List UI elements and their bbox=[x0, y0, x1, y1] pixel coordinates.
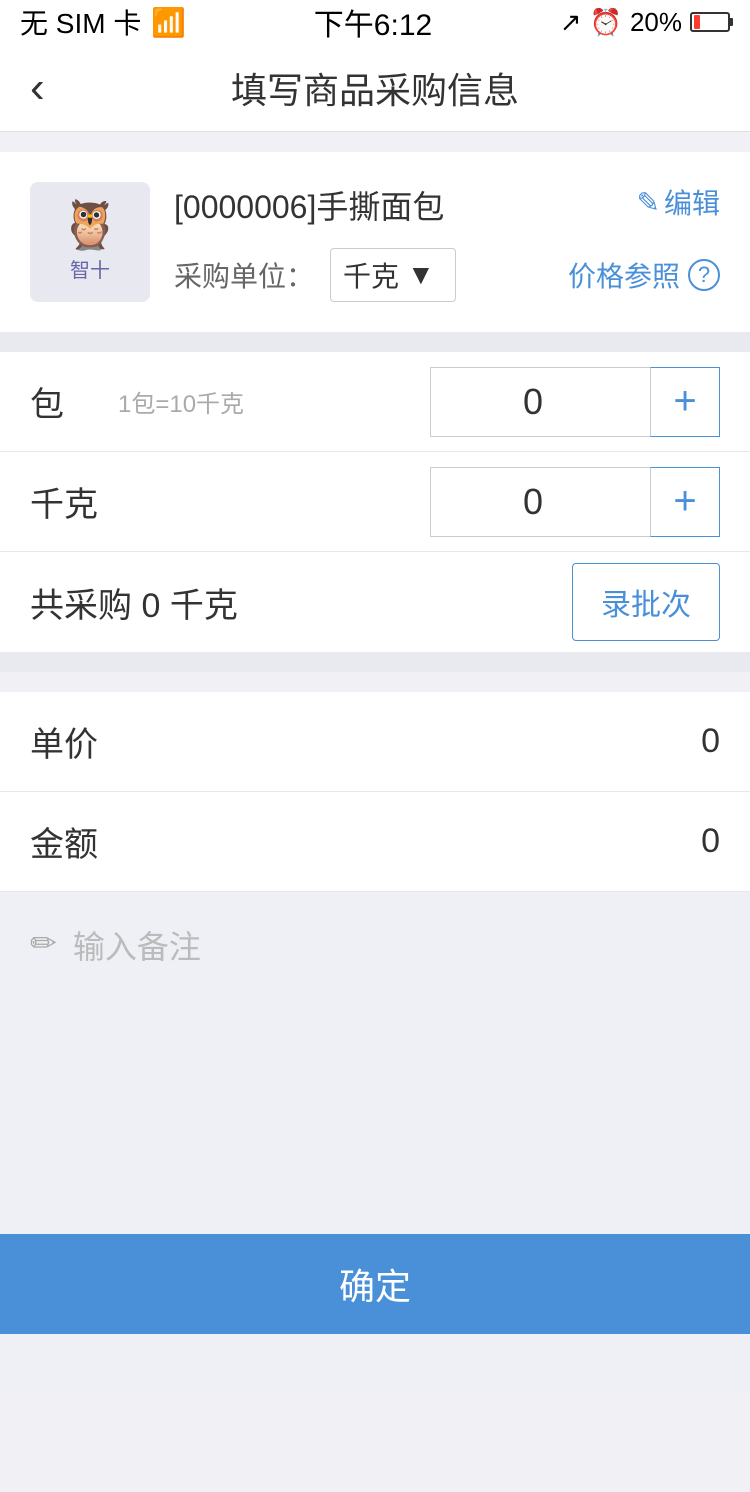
summary-unit: 千克 bbox=[170, 587, 238, 625]
input-section: 包 1包=10千克 + 千克 + 共采购 0 bbox=[0, 352, 750, 652]
price-reference-button[interactable]: 价格参照 ? bbox=[568, 255, 720, 295]
brand-text: 智十 bbox=[60, 254, 120, 283]
dropdown-arrow-icon: ▼ bbox=[407, 259, 435, 291]
plus-icon: + bbox=[673, 379, 696, 424]
amount-value: 0 bbox=[701, 822, 720, 861]
status-right: ↗ ⏰ 20% bbox=[560, 7, 730, 38]
package-input-right: + bbox=[430, 367, 720, 437]
sim-signal-text: 无 SIM 卡 bbox=[20, 2, 141, 42]
back-button[interactable]: ‹ bbox=[30, 66, 65, 110]
price-ref-label: 价格参照 bbox=[568, 255, 680, 295]
edit-button[interactable]: ✎ 编辑 bbox=[637, 182, 720, 222]
note-placeholder: 输入备注 bbox=[73, 922, 201, 968]
unit-select-dropdown[interactable]: 千克 ▼ bbox=[330, 248, 456, 302]
product-header: [0000006]手撕面包 ✎ 编辑 bbox=[174, 182, 720, 228]
kg-quantity-input[interactable] bbox=[430, 467, 650, 537]
summary-text: 共采购 0 千克 bbox=[30, 578, 238, 627]
battery-fill bbox=[694, 15, 700, 29]
product-logo: 🦉 智十 bbox=[60, 202, 120, 283]
product-name: [0000006]手撕面包 bbox=[174, 182, 444, 228]
amount-row: 金额 0 bbox=[0, 792, 750, 892]
package-plus-button[interactable]: + bbox=[650, 367, 720, 437]
section-divider-2 bbox=[0, 652, 750, 672]
edit-label: 编辑 bbox=[664, 182, 720, 222]
summary-row: 共采购 0 千克 录批次 bbox=[0, 552, 750, 652]
section-divider-1 bbox=[0, 332, 750, 352]
alarm-icon: ⏰ bbox=[590, 7, 622, 38]
wifi-icon: 📶 bbox=[151, 6, 186, 39]
product-info: [0000006]手撕面包 ✎ 编辑 采购单位： 千克 ▼ 价格参照 ? bbox=[174, 182, 720, 302]
note-section[interactable]: ✏ 输入备注 bbox=[0, 892, 750, 1092]
unit-value: 千克 bbox=[343, 255, 399, 295]
purchase-unit-label: 采购单位： bbox=[174, 255, 314, 295]
kg-label: 千克 bbox=[30, 477, 110, 526]
status-bar: 无 SIM 卡 📶 下午6:12 ↗ ⏰ 20% bbox=[0, 0, 750, 44]
confirm-button[interactable]: 确定 bbox=[0, 1234, 750, 1334]
package-input-row: 包 1包=10千克 + bbox=[0, 352, 750, 452]
package-label: 包 bbox=[30, 377, 110, 426]
status-left: 无 SIM 卡 📶 bbox=[20, 2, 186, 42]
kg-plus-button[interactable]: + bbox=[650, 467, 720, 537]
package-sublabel: 1包=10千克 bbox=[118, 384, 244, 419]
unit-price-row: 单价 0 bbox=[0, 692, 750, 792]
package-quantity-input[interactable] bbox=[430, 367, 650, 437]
help-icon: ? bbox=[688, 259, 720, 291]
kg-input-row: 千克 + bbox=[0, 452, 750, 552]
price-section: 单价 0 金额 0 bbox=[0, 692, 750, 892]
edit-icon: ✎ bbox=[637, 186, 660, 219]
location-icon: ↗ bbox=[560, 7, 582, 38]
product-card: 🦉 智十 [0000006]手撕面包 ✎ 编辑 采购单位： 千克 ▼ 价格参照 bbox=[0, 152, 750, 332]
product-image: 🦉 智十 bbox=[30, 182, 150, 302]
status-time: 下午6:12 bbox=[314, 0, 432, 44]
unit-price-label: 单价 bbox=[30, 717, 98, 766]
summary-amount: 0 bbox=[141, 587, 160, 625]
record-batch-button[interactable]: 录批次 bbox=[572, 563, 720, 641]
pencil-icon: ✏ bbox=[30, 924, 57, 962]
unit-price-value: 0 bbox=[701, 722, 720, 761]
purchase-unit-row: 采购单位： 千克 ▼ 价格参照 ? bbox=[174, 248, 720, 302]
battery-percent: 20% bbox=[630, 7, 682, 38]
battery-icon bbox=[690, 12, 730, 32]
page-title: 填写商品采购信息 bbox=[231, 62, 519, 114]
kg-plus-icon: + bbox=[673, 479, 696, 524]
kg-input-right: + bbox=[430, 467, 720, 537]
nav-bar: ‹ 填写商品采购信息 bbox=[0, 44, 750, 132]
amount-label: 金额 bbox=[30, 817, 98, 866]
owl-icon: 🦉 bbox=[60, 202, 120, 250]
battery-tip bbox=[730, 18, 733, 26]
summary-prefix: 共采购 bbox=[30, 587, 132, 625]
